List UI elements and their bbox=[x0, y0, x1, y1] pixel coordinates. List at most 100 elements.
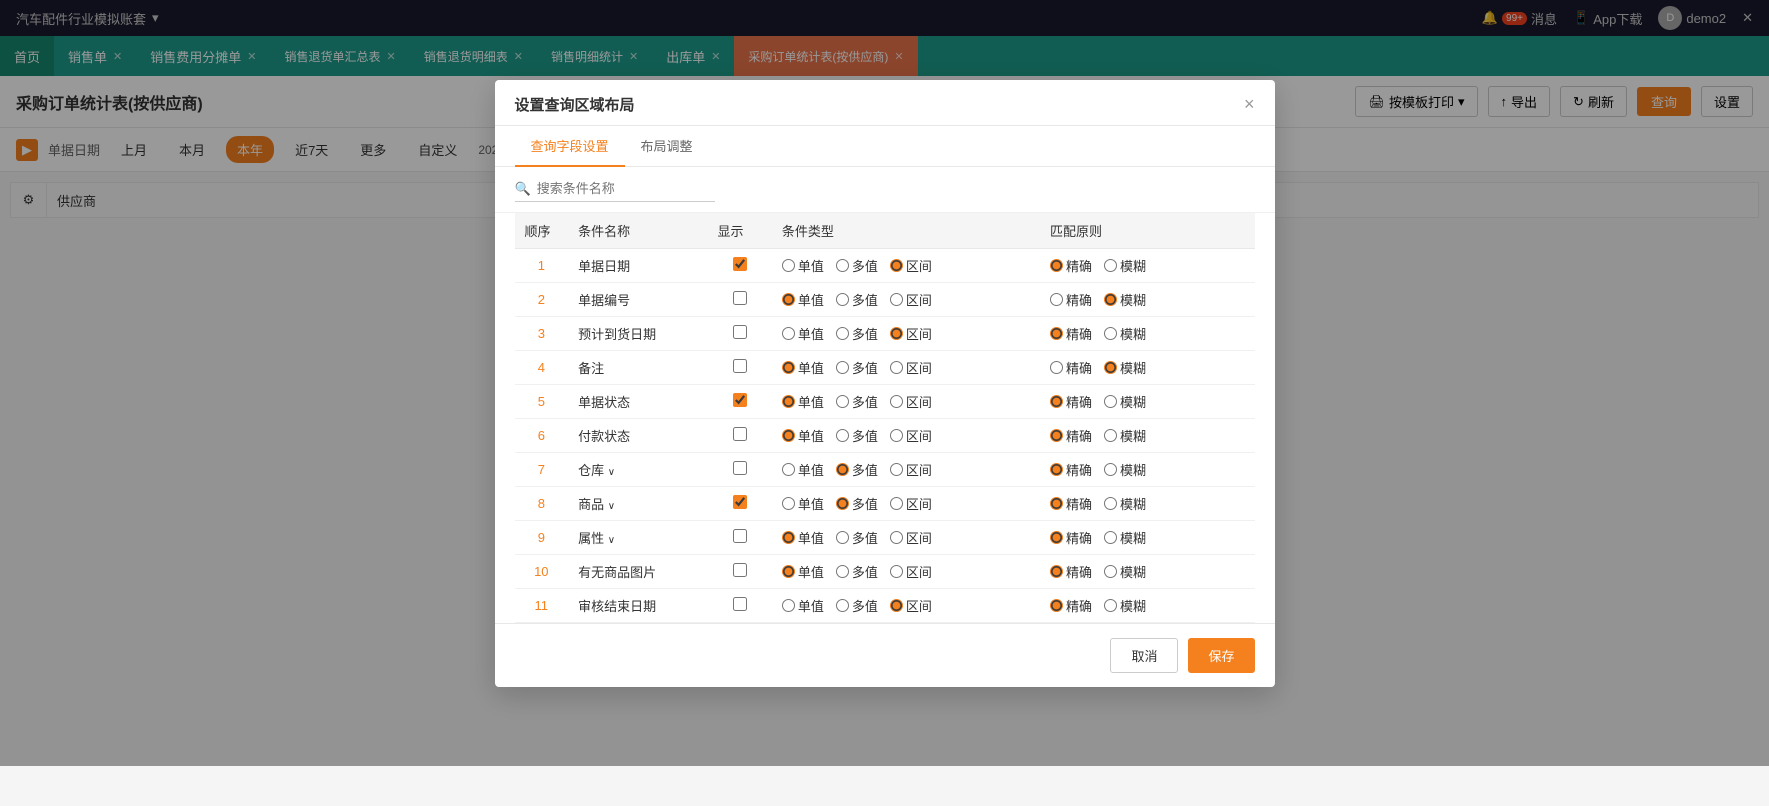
radio-match-item[interactable]: 精确 bbox=[1050, 596, 1092, 615]
radio-type-item[interactable]: 单值 bbox=[782, 324, 824, 343]
cell-show[interactable] bbox=[708, 282, 772, 316]
radio-type-item[interactable]: 区间 bbox=[890, 256, 932, 275]
cell-order: 4 bbox=[515, 350, 569, 384]
radio-match-item[interactable]: 精确 bbox=[1050, 392, 1092, 411]
radio-match-item[interactable]: 模糊 bbox=[1104, 426, 1146, 445]
radio-type-item[interactable]: 单值 bbox=[782, 426, 824, 445]
radio-type-item[interactable]: 区间 bbox=[890, 358, 932, 377]
cell-order: 5 bbox=[515, 384, 569, 418]
show-checkbox[interactable] bbox=[733, 597, 747, 611]
show-checkbox[interactable] bbox=[733, 427, 747, 441]
radio-match-item[interactable]: 精确 bbox=[1050, 256, 1092, 275]
cell-show[interactable] bbox=[708, 452, 772, 486]
radio-match-item[interactable]: 模糊 bbox=[1104, 256, 1146, 275]
table-row: 6付款状态单值多值区间精确模糊 bbox=[515, 418, 1255, 452]
cell-show[interactable] bbox=[708, 520, 772, 554]
radio-type-item[interactable]: 区间 bbox=[890, 426, 932, 445]
tab-query-fields[interactable]: 查询字段设置 bbox=[515, 126, 625, 167]
show-checkbox[interactable] bbox=[733, 495, 747, 509]
cell-show[interactable] bbox=[708, 384, 772, 418]
modal-overlay: 设置查询区域布局 × 查询字段设置 布局调整 🔍 顺序 bbox=[0, 0, 1769, 766]
radio-type-item[interactable]: 区间 bbox=[890, 596, 932, 615]
save-button[interactable]: 保存 bbox=[1188, 638, 1254, 673]
radio-type-item[interactable]: 单值 bbox=[782, 392, 824, 411]
radio-type-item[interactable]: 多值 bbox=[836, 324, 878, 343]
radio-type-item[interactable]: 多值 bbox=[836, 290, 878, 309]
show-checkbox[interactable] bbox=[733, 359, 747, 373]
radio-match-item[interactable]: 精确 bbox=[1050, 562, 1092, 581]
radio-type-item[interactable]: 单值 bbox=[782, 528, 824, 547]
settings-dialog: 设置查询区域布局 × 查询字段设置 布局调整 🔍 顺序 bbox=[495, 80, 1275, 687]
radio-type-item[interactable]: 单值 bbox=[782, 460, 824, 479]
radio-match-item[interactable]: 精确 bbox=[1050, 460, 1092, 479]
radio-type-item[interactable]: 区间 bbox=[890, 562, 932, 581]
radio-type-item[interactable]: 多值 bbox=[836, 562, 878, 581]
radio-match-item[interactable]: 精确 bbox=[1050, 426, 1092, 445]
radio-match-item[interactable]: 模糊 bbox=[1104, 460, 1146, 479]
radio-type-item[interactable]: 区间 bbox=[890, 392, 932, 411]
cell-name: 单据状态 bbox=[568, 384, 707, 418]
radio-type-item[interactable]: 多值 bbox=[836, 358, 878, 377]
table-header-row: 顺序 条件名称 显示 条件类型 匹配原则 bbox=[515, 213, 1255, 249]
radio-match-item[interactable]: 精确 bbox=[1050, 528, 1092, 547]
cell-show[interactable] bbox=[708, 418, 772, 452]
radio-type-item[interactable]: 区间 bbox=[890, 290, 932, 309]
radio-type-item[interactable]: 单值 bbox=[782, 358, 824, 377]
tab-layout[interactable]: 布局调整 bbox=[625, 126, 709, 167]
show-checkbox[interactable] bbox=[733, 461, 747, 475]
cell-show[interactable] bbox=[708, 248, 772, 282]
cell-show[interactable] bbox=[708, 588, 772, 622]
radio-type-item[interactable]: 多值 bbox=[836, 460, 878, 479]
cell-order: 6 bbox=[515, 418, 569, 452]
radio-type-item[interactable]: 单值 bbox=[782, 562, 824, 581]
radio-match-item[interactable]: 模糊 bbox=[1104, 358, 1146, 377]
radio-type-item[interactable]: 多值 bbox=[836, 494, 878, 513]
radio-type-item[interactable]: 单值 bbox=[782, 494, 824, 513]
table-row: 7仓库 ∨单值多值区间精确模糊 bbox=[515, 452, 1255, 486]
radio-type-item[interactable]: 单值 bbox=[782, 596, 824, 615]
cell-show[interactable] bbox=[708, 486, 772, 520]
radio-type-item[interactable]: 区间 bbox=[890, 528, 932, 547]
cell-match: 精确模糊 bbox=[1040, 486, 1255, 520]
radio-match-item[interactable]: 模糊 bbox=[1104, 528, 1146, 547]
radio-match-item[interactable]: 模糊 bbox=[1104, 392, 1146, 411]
radio-match-item[interactable]: 模糊 bbox=[1104, 290, 1146, 309]
show-checkbox[interactable] bbox=[733, 393, 747, 407]
radio-type-item[interactable]: 区间 bbox=[890, 494, 932, 513]
radio-match-item[interactable]: 模糊 bbox=[1104, 494, 1146, 513]
cell-show[interactable] bbox=[708, 554, 772, 588]
radio-type-item[interactable]: 多值 bbox=[836, 596, 878, 615]
cell-match: 精确模糊 bbox=[1040, 520, 1255, 554]
show-checkbox[interactable] bbox=[733, 291, 747, 305]
radio-type-item[interactable]: 单值 bbox=[782, 290, 824, 309]
show-checkbox[interactable] bbox=[733, 563, 747, 577]
radio-type-item[interactable]: 多值 bbox=[836, 256, 878, 275]
cell-show[interactable] bbox=[708, 316, 772, 350]
radio-match-item[interactable]: 模糊 bbox=[1104, 562, 1146, 581]
radio-match-item[interactable]: 精确 bbox=[1050, 358, 1092, 377]
dialog-close-button[interactable]: × bbox=[1244, 95, 1255, 113]
radio-match-item[interactable]: 精确 bbox=[1050, 290, 1092, 309]
dialog-title: 设置查询区域布局 bbox=[515, 94, 635, 115]
radio-match-item[interactable]: 精确 bbox=[1050, 324, 1092, 343]
radio-match-item[interactable]: 模糊 bbox=[1104, 596, 1146, 615]
radio-type-item[interactable]: 多值 bbox=[836, 392, 878, 411]
cell-order: 9 bbox=[515, 520, 569, 554]
table-row: 9属性 ∨单值多值区间精确模糊 bbox=[515, 520, 1255, 554]
search-input[interactable] bbox=[537, 181, 715, 196]
radio-type-item[interactable]: 区间 bbox=[890, 460, 932, 479]
radio-type-item[interactable]: 多值 bbox=[836, 426, 878, 445]
show-checkbox[interactable] bbox=[733, 529, 747, 543]
show-checkbox[interactable] bbox=[733, 325, 747, 339]
cancel-button[interactable]: 取消 bbox=[1110, 638, 1178, 673]
search-icon: 🔍 bbox=[515, 181, 531, 197]
cell-show[interactable] bbox=[708, 350, 772, 384]
radio-match-item[interactable]: 精确 bbox=[1050, 494, 1092, 513]
cell-order: 1 bbox=[515, 248, 569, 282]
radio-type-item[interactable]: 多值 bbox=[836, 528, 878, 547]
radio-type-item[interactable]: 区间 bbox=[890, 324, 932, 343]
radio-type-item[interactable]: 单值 bbox=[782, 256, 824, 275]
cell-order: 11 bbox=[515, 588, 569, 622]
radio-match-item[interactable]: 模糊 bbox=[1104, 324, 1146, 343]
show-checkbox[interactable] bbox=[733, 257, 747, 271]
